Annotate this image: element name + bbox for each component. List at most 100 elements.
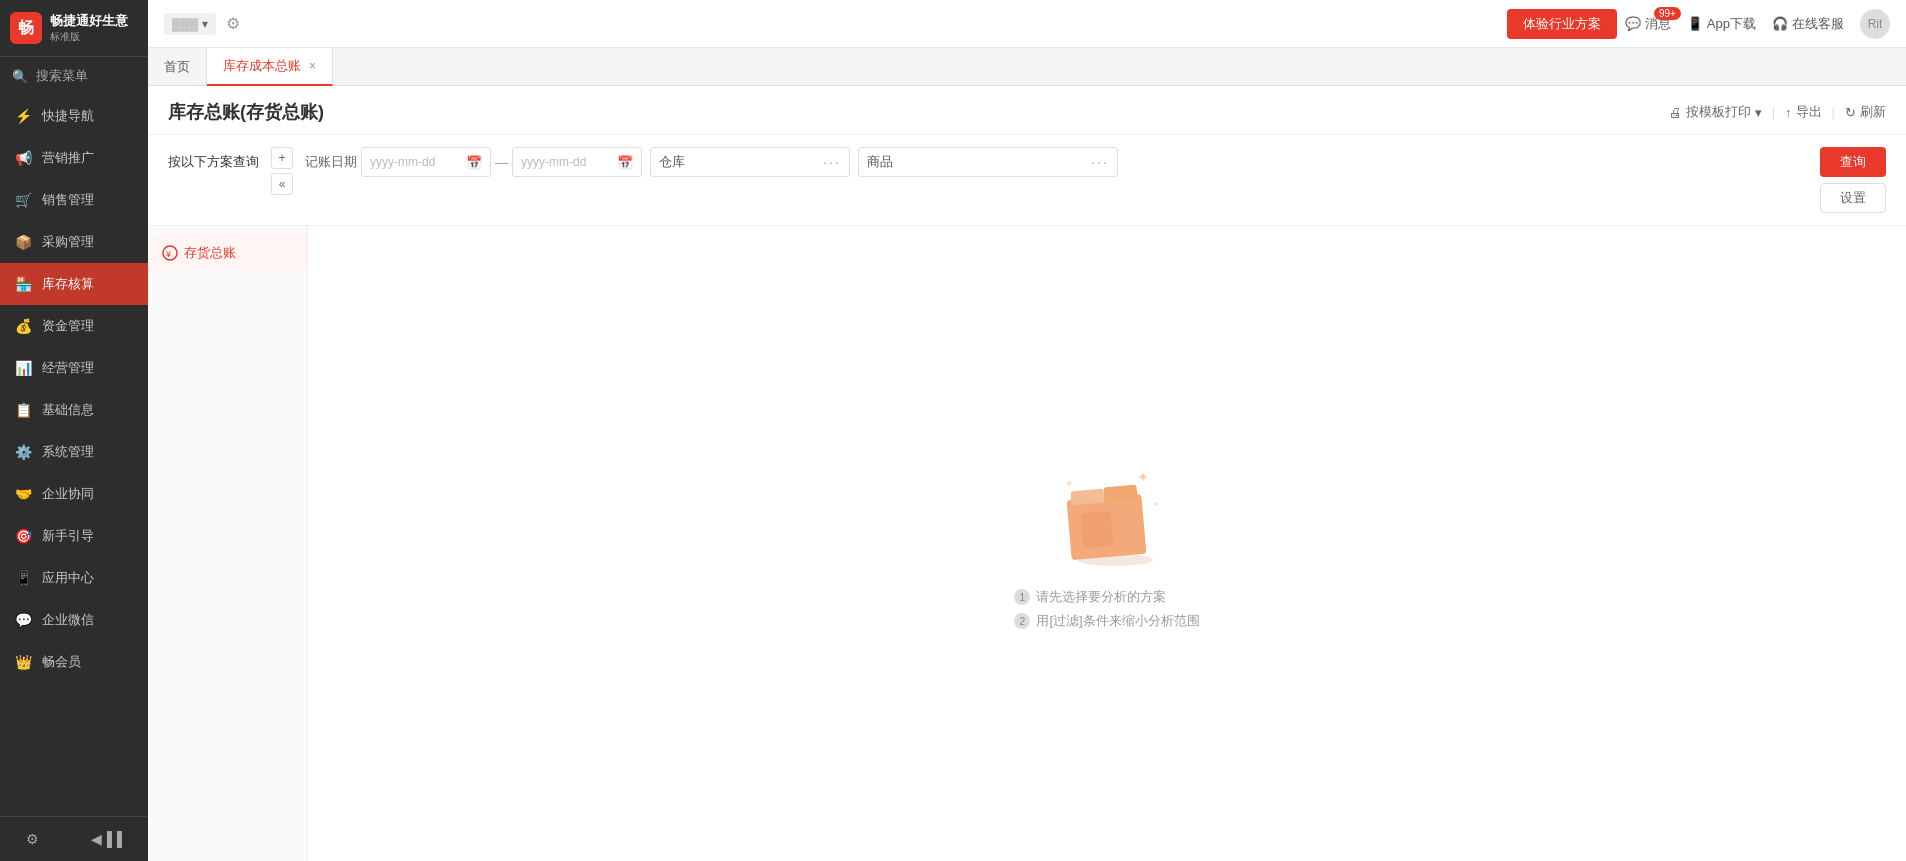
sidebar-item-basic[interactable]: 📋 基础信息 — [0, 389, 148, 431]
svg-text:¥: ¥ — [165, 249, 172, 259]
topbar-breadcrumb: ▓▓▓ ▾ ⚙ — [164, 13, 1491, 35]
sidebar-search-label: 搜索菜单 — [36, 67, 88, 85]
sidebar-item-label: 采购管理 — [42, 233, 94, 251]
page-title: 库存总账(存货总账) — [168, 100, 324, 124]
sales-icon: 🛒 — [14, 192, 32, 208]
message-icon: 💬 — [1625, 16, 1641, 31]
date-to-input[interactable]: yyyy-mm-dd 📅 — [512, 147, 642, 177]
sidebar-item-cooperation[interactable]: 🤝 企业协同 — [0, 473, 148, 515]
filter-collapse-button[interactable]: « — [271, 173, 293, 195]
tab-inventory-ledger[interactable]: 库存成本总账 × — [207, 48, 333, 86]
date-from-input[interactable]: yyyy-mm-dd 📅 — [361, 147, 491, 177]
sidebar-audio-button[interactable]: ◀▐▐ — [83, 827, 130, 851]
filter-scheme-sidebar: ¥ 存货总账 — [148, 226, 308, 861]
sidebar-item-label: 企业协同 — [42, 485, 94, 503]
sidebar-search[interactable]: 🔍 搜索菜单 — [0, 57, 148, 95]
date-separator: — — [495, 155, 508, 170]
empty-state: ✦ ✦ ✦ 请先选择要分析的方案 用[过滤]条件来缩小分析范围 — [308, 226, 1906, 861]
app-download-button[interactable]: 📱 App下载 — [1687, 15, 1756, 33]
sidebar-item-marketing[interactable]: 📢 营销推广 — [0, 137, 148, 179]
user-avatar[interactable]: Rit — [1860, 9, 1890, 39]
tab-home[interactable]: 首页 — [148, 48, 207, 86]
sidebar-item-wechat[interactable]: 💬 企业微信 — [0, 599, 148, 641]
sidebar-menu: ⚡ 快捷导航 📢 营销推广 🛒 销售管理 📦 采购管理 🏪 库存核算 💰 资金管… — [0, 95, 148, 816]
sidebar-item-app-center[interactable]: 📱 应用中心 — [0, 557, 148, 599]
sidebar-item-quick-nav[interactable]: ⚡ 快捷导航 — [0, 95, 148, 137]
sidebar-item-label: 经营管理 — [42, 359, 94, 377]
sidebar-logo: 畅 畅捷通好生意 标准版 — [0, 0, 148, 57]
date-to-placeholder: yyyy-mm-dd — [521, 155, 586, 169]
print-dropdown-icon: ▾ — [1755, 105, 1762, 120]
sidebar-item-label: 畅会员 — [42, 653, 81, 671]
search-button[interactable]: 查询 — [1820, 147, 1886, 177]
scheme-icon: ¥ — [162, 245, 178, 261]
content-body: ¥ 存货总账 — [148, 226, 1906, 861]
empty-hint-2: 用[过滤]条件来缩小分析范围 — [1014, 612, 1199, 630]
app-version: 标准版 — [50, 30, 128, 44]
action-divider-1: | — [1772, 105, 1775, 120]
filter-settings-button[interactable]: 设置 — [1820, 183, 1886, 213]
refresh-button[interactable]: ↻ 刷新 — [1845, 103, 1886, 121]
date-label: 记账日期 — [305, 153, 357, 171]
svg-text:✦: ✦ — [1137, 469, 1149, 485]
svg-rect-4 — [1070, 488, 1104, 505]
marketing-icon: 📢 — [14, 150, 32, 166]
svg-text:✦: ✦ — [1065, 478, 1073, 489]
sidebar-item-label: 营销推广 — [42, 149, 94, 167]
sidebar-item-label: 新手引导 — [42, 527, 94, 545]
filter-controls: 记账日期 yyyy-mm-dd 📅 — yyyy-mm-dd 📅 仓库 ··· — [305, 147, 1808, 177]
goods-filter[interactable]: 商品 ··· — [858, 147, 1118, 177]
warehouse-more-icon: ··· — [823, 154, 841, 170]
tab-bar: 首页 库存成本总账 × — [148, 48, 1906, 86]
sidebar-item-purchase[interactable]: 📦 采购管理 — [0, 221, 148, 263]
messages-badge: 99+ — [1654, 7, 1681, 20]
tab-active-label: 库存成本总账 — [223, 57, 301, 75]
sidebar-item-label: 销售管理 — [42, 191, 94, 209]
phone-icon: 📱 — [1687, 16, 1703, 31]
topbar-gear-icon[interactable]: ⚙ — [226, 14, 240, 33]
search-icon: 🔍 — [12, 69, 28, 84]
calendar-icon-end: 📅 — [617, 155, 633, 170]
sidebar-item-inventory[interactable]: 🏪 库存核算 — [0, 263, 148, 305]
cooperation-icon: 🤝 — [14, 486, 32, 502]
filter-label: 按以下方案查询 — [168, 147, 259, 177]
wechat-icon: 💬 — [14, 612, 32, 628]
empty-hint-list: 请先选择要分析的方案 用[过滤]条件来缩小分析范围 — [1014, 588, 1199, 636]
scheme-inventory-ledger[interactable]: ¥ 存货总账 — [148, 236, 307, 270]
svg-text:✦: ✦ — [1152, 500, 1159, 509]
svg-rect-6 — [1080, 510, 1113, 547]
topbar-nav-dropdown[interactable]: ▓▓▓ ▾ — [164, 13, 216, 35]
date-from-placeholder: yyyy-mm-dd — [370, 155, 435, 169]
tab-close-button[interactable]: × — [309, 59, 316, 73]
sidebar-bottom: ⚙ ◀▐▐ — [0, 816, 148, 861]
filter-add-button[interactable]: + — [271, 147, 293, 169]
sidebar-item-guide[interactable]: 🎯 新手引导 — [0, 515, 148, 557]
guide-icon: 🎯 — [14, 528, 32, 544]
scheme-label: 存货总账 — [184, 244, 236, 262]
sidebar-item-finance[interactable]: 💰 资金管理 — [0, 305, 148, 347]
industry-solution-button[interactable]: 体验行业方案 — [1507, 9, 1617, 39]
goods-more-icon: ··· — [1091, 154, 1109, 170]
sidebar-item-label: 系统管理 — [42, 443, 94, 461]
export-button[interactable]: ↑ 导出 — [1785, 103, 1822, 121]
online-support-button[interactable]: 🎧 在线客服 — [1772, 15, 1844, 33]
topbar: ▓▓▓ ▾ ⚙ 体验行业方案 💬 消息 99+ 📱 App下载 🎧 在线客服 R… — [148, 0, 1906, 48]
sidebar-item-sales[interactable]: 🛒 销售管理 — [0, 179, 148, 221]
empty-hint-1: 请先选择要分析的方案 — [1014, 588, 1199, 606]
dropdown-text: ▓▓▓ — [172, 17, 198, 31]
sidebar-item-label: 企业微信 — [42, 611, 94, 629]
print-template-button[interactable]: 🖨 按模板打印 ▾ — [1669, 103, 1762, 121]
basic-icon: 📋 — [14, 402, 32, 418]
sidebar-item-membership[interactable]: 👑 畅会员 — [0, 641, 148, 683]
warehouse-filter[interactable]: 仓库 ··· — [650, 147, 850, 177]
export-label: 导出 — [1796, 103, 1822, 121]
sidebar-item-operations[interactable]: 📊 经营管理 — [0, 347, 148, 389]
sidebar-item-system[interactable]: ⚙️ 系统管理 — [0, 431, 148, 473]
sidebar-settings-button[interactable]: ⚙ — [18, 827, 47, 851]
app-download-label: App下载 — [1707, 15, 1756, 33]
warehouse-label: 仓库 — [659, 153, 685, 171]
tab-home-label: 首页 — [164, 58, 190, 76]
refresh-label: 刷新 — [1860, 103, 1886, 121]
filter-area: 按以下方案查询 + « 记账日期 yyyy-mm-dd 📅 — yyyy-mm-… — [148, 135, 1906, 226]
messages-button[interactable]: 💬 消息 99+ — [1625, 15, 1671, 33]
